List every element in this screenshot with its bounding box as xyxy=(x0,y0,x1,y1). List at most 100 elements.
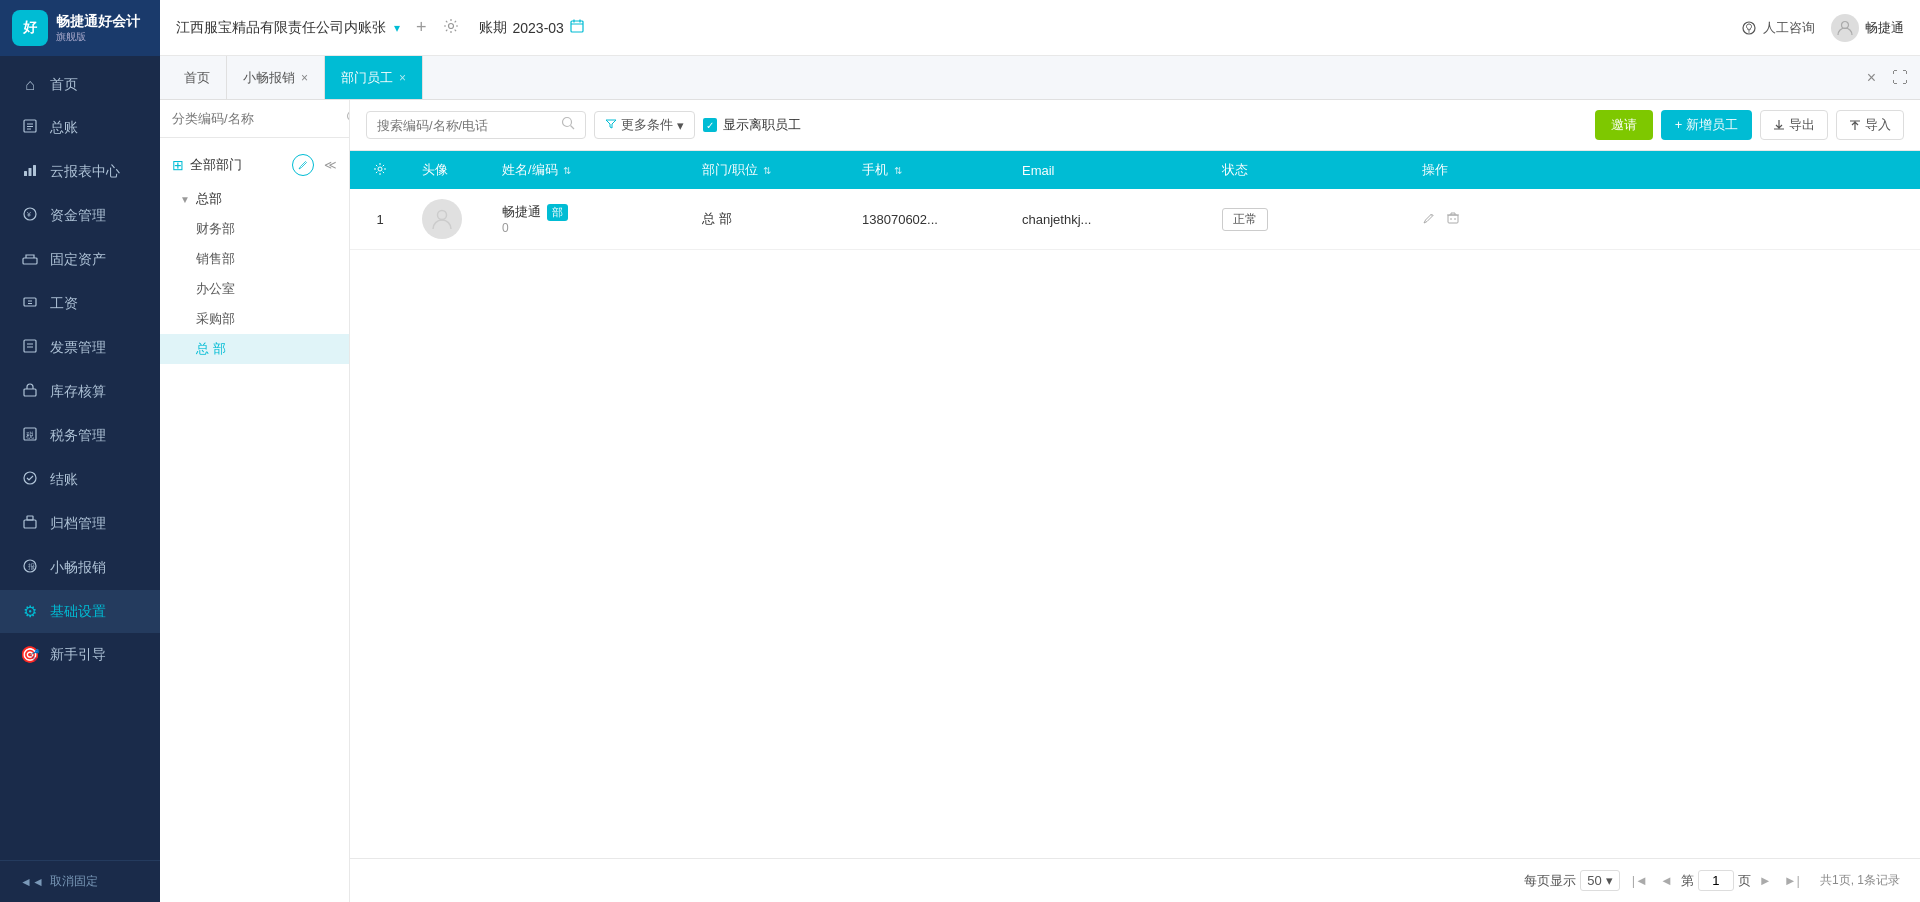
dept-child-office[interactable]: 办公室 xyxy=(160,274,349,304)
first-page-button[interactable]: |◄ xyxy=(1628,871,1652,890)
phone-sort-icon[interactable]: ⇅ xyxy=(894,165,902,176)
sidebar-item-label: 税务管理 xyxy=(50,427,106,445)
tab-expenses-close[interactable]: × xyxy=(301,71,308,85)
toolbar-right: 邀请 + 新增员工 导出 导入 xyxy=(1595,110,1904,140)
svg-rect-38 xyxy=(1448,215,1458,223)
svg-point-30 xyxy=(1748,31,1749,32)
invite-button[interactable]: 邀请 xyxy=(1595,110,1653,140)
cell-actions xyxy=(1410,189,1920,250)
maximize-icon[interactable]: ⛶ xyxy=(1888,65,1912,91)
status-badge: 正常 xyxy=(1222,208,1268,231)
dept-child-purchase[interactable]: 采购部 xyxy=(160,304,349,334)
svg-rect-9 xyxy=(23,258,37,264)
tab-expenses[interactable]: 小畅报销 × xyxy=(227,56,325,99)
sidebar-item-assets[interactable]: 固定资产 xyxy=(0,238,160,282)
right-panel: 更多条件 ▾ ✓ 显示离职员工 邀请 + 新增员工 导出 导入 xyxy=(350,100,1920,902)
calendar-icon[interactable] xyxy=(570,19,584,36)
dept-child-sales[interactable]: 销售部 xyxy=(160,244,349,274)
sidebar-item-label: 首页 xyxy=(50,76,78,94)
sidebar-item-guide[interactable]: 🎯 新手引导 xyxy=(0,633,160,676)
svg-text:报: 报 xyxy=(27,563,35,570)
tab-employees[interactable]: 部门员工 × xyxy=(325,56,423,99)
sidebar-item-tax[interactable]: 税 税务管理 xyxy=(0,414,160,458)
delete-icon[interactable] xyxy=(1446,211,1460,228)
left-panel: ⊞ 全部部门 ≪ ▼ 总部 财务部 销售部 xyxy=(160,100,350,902)
import-button[interactable]: 导入 xyxy=(1836,110,1904,140)
per-page-value: 50 xyxy=(1587,873,1601,888)
emp-search-icon[interactable] xyxy=(561,116,575,134)
svg-text:税: 税 xyxy=(26,431,34,440)
cell-dept: 总 部 xyxy=(690,189,850,250)
settings-gear-icon[interactable] xyxy=(443,18,459,38)
sidebar-item-funds[interactable]: ¥ 资金管理 xyxy=(0,194,160,238)
topbar-right: 人工咨询 畅捷通 xyxy=(1741,14,1904,42)
dept-child-label: 销售部 xyxy=(196,251,235,266)
import-label: 导入 xyxy=(1865,116,1891,134)
edit-icon[interactable] xyxy=(1422,211,1436,228)
sidebar-item-ledger[interactable]: 总账 xyxy=(0,106,160,150)
sidebar-item-wages[interactable]: 工资 xyxy=(0,282,160,326)
col-phone: 手机 ⇅ xyxy=(850,151,1010,189)
table-row: 1 畅捷通 部 0 xyxy=(350,189,1920,250)
emp-search-input[interactable] xyxy=(377,118,555,133)
tab-employees-close[interactable]: × xyxy=(399,71,406,85)
cell-email: chanjethkj... xyxy=(1010,189,1210,250)
consultant-label: 人工咨询 xyxy=(1763,19,1815,37)
period-label: 账期 xyxy=(479,19,507,37)
emp-search-bar xyxy=(366,111,586,139)
svg-point-19 xyxy=(24,472,36,484)
consultant-button[interactable]: 人工咨询 xyxy=(1741,19,1815,37)
dept-child-general[interactable]: 总 部 xyxy=(160,334,349,364)
filter-label: 更多条件 xyxy=(621,116,673,134)
sidebar-item-expenses[interactable]: 报 小畅报销 xyxy=(0,546,160,590)
settings-col-icon[interactable] xyxy=(373,164,387,179)
last-page-button[interactable]: ►| xyxy=(1780,871,1804,890)
name-sort-icon[interactable]: ⇅ xyxy=(563,165,571,176)
dept-edit-button[interactable] xyxy=(292,154,314,176)
svg-point-37 xyxy=(438,211,447,220)
sidebar-item-label: 库存核算 xyxy=(50,383,106,401)
user-info[interactable]: 畅捷通 xyxy=(1831,14,1904,42)
show-resigned-checkbox[interactable]: ✓ 显示离职员工 xyxy=(703,116,801,134)
svg-text:¥: ¥ xyxy=(27,211,31,218)
emp-name: 畅捷通 xyxy=(502,203,541,221)
home-icon: ⌂ xyxy=(20,76,40,94)
cell-phone: 138070602... xyxy=(850,189,1010,250)
dept-search-input[interactable] xyxy=(172,111,340,126)
page-number-input[interactable] xyxy=(1698,870,1734,891)
sidebar-unpin[interactable]: ◄◄ 取消固定 xyxy=(0,860,160,902)
tab-home[interactable]: 首页 xyxy=(168,56,227,99)
close-tab-icon[interactable]: × xyxy=(1863,65,1880,91)
dept-collapse-icon[interactable]: ≪ xyxy=(324,158,337,172)
page-suffix: 页 xyxy=(1738,872,1751,890)
export-button[interactable]: 导出 xyxy=(1760,110,1828,140)
add-employee-button[interactable]: + 新增员工 xyxy=(1661,110,1752,140)
sidebar-item-label: 固定资产 xyxy=(50,251,106,269)
dept-search-box xyxy=(160,100,349,138)
dept-sort-icon[interactable]: ⇅ xyxy=(763,165,771,176)
dept-expand-arrow: ▼ xyxy=(180,194,190,205)
logo-icon: 好 xyxy=(12,10,48,46)
sidebar-item-archive[interactable]: 归档管理 xyxy=(0,502,160,546)
dept-parent-headquarters[interactable]: ▼ 总部 xyxy=(160,184,349,214)
sidebar-item-settings[interactable]: ⚙ 基础设置 xyxy=(0,590,160,633)
sidebar-item-home[interactable]: ⌂ 首页 xyxy=(0,64,160,106)
page-size-arrow: ▾ xyxy=(1606,873,1613,888)
tab-bar-right: × ⛶ xyxy=(1863,65,1920,91)
company-dropdown-icon[interactable]: ▾ xyxy=(394,21,400,35)
tab-bar: 首页 小畅报销 × 部门员工 × × ⛶ xyxy=(160,56,1920,100)
sidebar-item-close-accounts[interactable]: 结账 xyxy=(0,458,160,502)
filter-button[interactable]: 更多条件 ▾ xyxy=(594,111,695,139)
dept-child-finance[interactable]: 财务部 xyxy=(160,214,349,244)
archive-icon xyxy=(20,514,40,534)
all-dept-header[interactable]: ⊞ 全部部门 ≪ xyxy=(160,146,349,184)
next-page-button[interactable]: ► xyxy=(1755,871,1776,890)
sidebar-item-inventory[interactable]: 库存核算 xyxy=(0,370,160,414)
username-label: 畅捷通 xyxy=(1865,19,1904,37)
add-company-icon[interactable]: + xyxy=(408,17,435,38)
inventory-icon xyxy=(20,382,40,402)
page-size-dropdown[interactable]: 50 ▾ xyxy=(1580,870,1619,891)
sidebar-item-invoices[interactable]: 发票管理 xyxy=(0,326,160,370)
sidebar-item-reports[interactable]: 云报表中心 xyxy=(0,150,160,194)
prev-page-button[interactable]: ◄ xyxy=(1656,871,1677,890)
